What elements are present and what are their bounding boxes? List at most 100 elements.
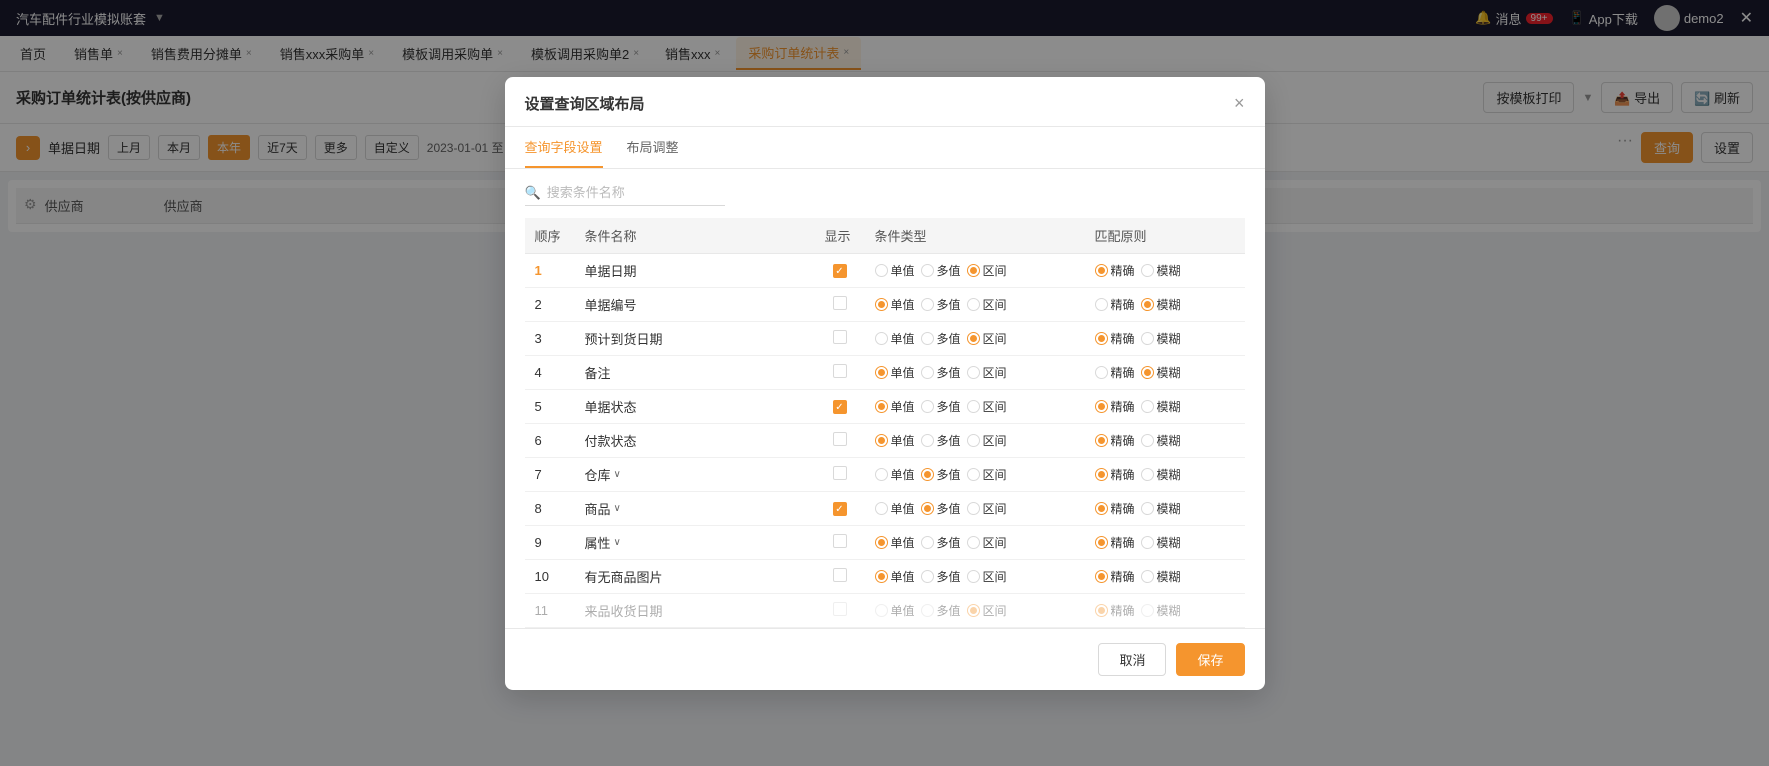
match-radio-模糊[interactable]: 模糊 xyxy=(1141,466,1181,483)
modal-footer: 取消 保存 xyxy=(505,628,1265,690)
type-radio-单值[interactable]: 单值 xyxy=(875,534,915,551)
type-radio-区间[interactable]: 区间 xyxy=(967,398,1007,415)
type-radio-单值[interactable]: 单值 xyxy=(875,432,915,449)
match-radio-精确[interactable]: 精确 xyxy=(1095,364,1135,381)
type-radio-区间[interactable]: 区间 xyxy=(967,330,1007,347)
type-radio-多值[interactable]: 多值 xyxy=(921,432,961,449)
display-checkbox[interactable] xyxy=(833,602,847,616)
match-radio-circle xyxy=(1141,536,1154,549)
match-radio-模糊[interactable]: 模糊 xyxy=(1141,534,1181,551)
condition-name: 有无商品图片 xyxy=(585,570,663,585)
match-radio-模糊[interactable]: 模糊 xyxy=(1141,398,1181,415)
row-display-check[interactable] xyxy=(815,355,865,389)
match-radio-精确[interactable]: 精确 xyxy=(1095,568,1135,585)
type-radio-区间[interactable]: 区间 xyxy=(967,262,1007,279)
type-radio-多值[interactable]: 多值 xyxy=(921,602,961,619)
type-radio-区间[interactable]: 区间 xyxy=(967,500,1007,517)
row-display-check[interactable] xyxy=(815,491,865,525)
type-radio-区间[interactable]: 区间 xyxy=(967,432,1007,449)
type-radio-多值[interactable]: 多值 xyxy=(921,466,961,483)
row-display-check[interactable] xyxy=(815,321,865,355)
display-checkbox[interactable] xyxy=(833,330,847,344)
match-radio-模糊[interactable]: 模糊 xyxy=(1141,330,1181,347)
type-radio-多值[interactable]: 多值 xyxy=(921,330,961,347)
type-radio-单值[interactable]: 单值 xyxy=(875,500,915,517)
type-radio-区间[interactable]: 区间 xyxy=(967,364,1007,381)
modal-tab-layout[interactable]: 布局调整 xyxy=(627,127,679,168)
type-radio-单值[interactable]: 单值 xyxy=(875,330,915,347)
display-checkbox[interactable] xyxy=(833,264,847,278)
type-radio-区间[interactable]: 区间 xyxy=(967,534,1007,551)
cancel-btn[interactable]: 取消 xyxy=(1098,643,1166,676)
row-display-check[interactable] xyxy=(815,525,865,559)
condition-name: 属性 xyxy=(585,533,611,552)
table-row: 7仓库 ∨单值多值区间精确模糊 xyxy=(525,457,1245,491)
row-display-check[interactable] xyxy=(815,593,865,627)
type-radio-多值[interactable]: 多值 xyxy=(921,364,961,381)
type-radio-单值[interactable]: 单值 xyxy=(875,296,915,313)
match-radio-模糊[interactable]: 模糊 xyxy=(1141,432,1181,449)
match-radio-精确[interactable]: 精确 xyxy=(1095,500,1135,517)
display-checkbox[interactable] xyxy=(833,502,847,516)
modal-tab-query-fields[interactable]: 查询字段设置 xyxy=(525,127,603,168)
display-checkbox[interactable] xyxy=(833,364,847,378)
radio-circle xyxy=(921,400,934,413)
display-checkbox[interactable] xyxy=(833,400,847,414)
type-radio-多值[interactable]: 多值 xyxy=(921,296,961,313)
type-radio-多值[interactable]: 多值 xyxy=(921,398,961,415)
match-radio-精确[interactable]: 精确 xyxy=(1095,602,1135,619)
match-radio-模糊[interactable]: 模糊 xyxy=(1141,262,1181,279)
radio-circle xyxy=(967,298,980,311)
match-radio-精确[interactable]: 精确 xyxy=(1095,330,1135,347)
type-radio-多值[interactable]: 多值 xyxy=(921,534,961,551)
type-radio-多值[interactable]: 多值 xyxy=(921,500,961,517)
type-radio-区间[interactable]: 区间 xyxy=(967,568,1007,585)
expand-icon[interactable]: ∨ xyxy=(614,469,621,480)
row-display-check[interactable] xyxy=(815,389,865,423)
display-checkbox[interactable] xyxy=(833,432,847,446)
match-radio-模糊[interactable]: 模糊 xyxy=(1141,500,1181,517)
row-display-check[interactable] xyxy=(815,457,865,491)
col-header-order: 顺序 xyxy=(525,218,575,254)
type-radio-区间[interactable]: 区间 xyxy=(967,466,1007,483)
search-wrap: 🔍 xyxy=(525,181,725,206)
row-display-check[interactable] xyxy=(815,423,865,457)
type-radio-区间[interactable]: 区间 xyxy=(967,296,1007,313)
type-radio-多值[interactable]: 多值 xyxy=(921,262,961,279)
display-checkbox[interactable] xyxy=(833,568,847,582)
match-radio-模糊[interactable]: 模糊 xyxy=(1141,568,1181,585)
modal-close-btn[interactable]: × xyxy=(1234,93,1245,114)
match-radio-精确[interactable]: 精确 xyxy=(1095,466,1135,483)
type-radio-单值[interactable]: 单值 xyxy=(875,568,915,585)
match-radio-模糊[interactable]: 模糊 xyxy=(1141,364,1181,381)
type-radio-单值[interactable]: 单值 xyxy=(875,364,915,381)
match-radio-模糊[interactable]: 模糊 xyxy=(1141,602,1181,619)
match-radio-circle xyxy=(1095,434,1108,447)
type-radio-单值[interactable]: 单值 xyxy=(875,262,915,279)
match-radio-精确[interactable]: 精确 xyxy=(1095,296,1135,313)
modal-title: 设置查询区域布局 xyxy=(525,93,645,114)
expand-icon[interactable]: ∨ xyxy=(614,537,621,548)
type-radio-区间[interactable]: 区间 xyxy=(967,602,1007,619)
match-radio-精确[interactable]: 精确 xyxy=(1095,262,1135,279)
match-radio-circle xyxy=(1095,400,1108,413)
condition-name: 单据状态 xyxy=(585,400,637,415)
type-radio-单值[interactable]: 单值 xyxy=(875,398,915,415)
display-checkbox[interactable] xyxy=(833,534,847,548)
search-input[interactable] xyxy=(547,185,707,200)
expand-icon[interactable]: ∨ xyxy=(614,503,621,514)
row-display-check[interactable] xyxy=(815,287,865,321)
row-display-check[interactable] xyxy=(815,559,865,593)
match-radio-模糊[interactable]: 模糊 xyxy=(1141,296,1181,313)
display-checkbox[interactable] xyxy=(833,296,847,310)
match-radio-精确[interactable]: 精确 xyxy=(1095,432,1135,449)
type-radio-多值[interactable]: 多值 xyxy=(921,568,961,585)
display-checkbox[interactable] xyxy=(833,466,847,480)
match-radio-精确[interactable]: 精确 xyxy=(1095,398,1135,415)
match-radio-精确[interactable]: 精确 xyxy=(1095,534,1135,551)
save-btn[interactable]: 保存 xyxy=(1176,643,1244,676)
type-radio-单值[interactable]: 单值 xyxy=(875,602,915,619)
row-order: 3 xyxy=(525,321,575,355)
row-display-check[interactable] xyxy=(815,253,865,287)
type-radio-单值[interactable]: 单值 xyxy=(875,466,915,483)
